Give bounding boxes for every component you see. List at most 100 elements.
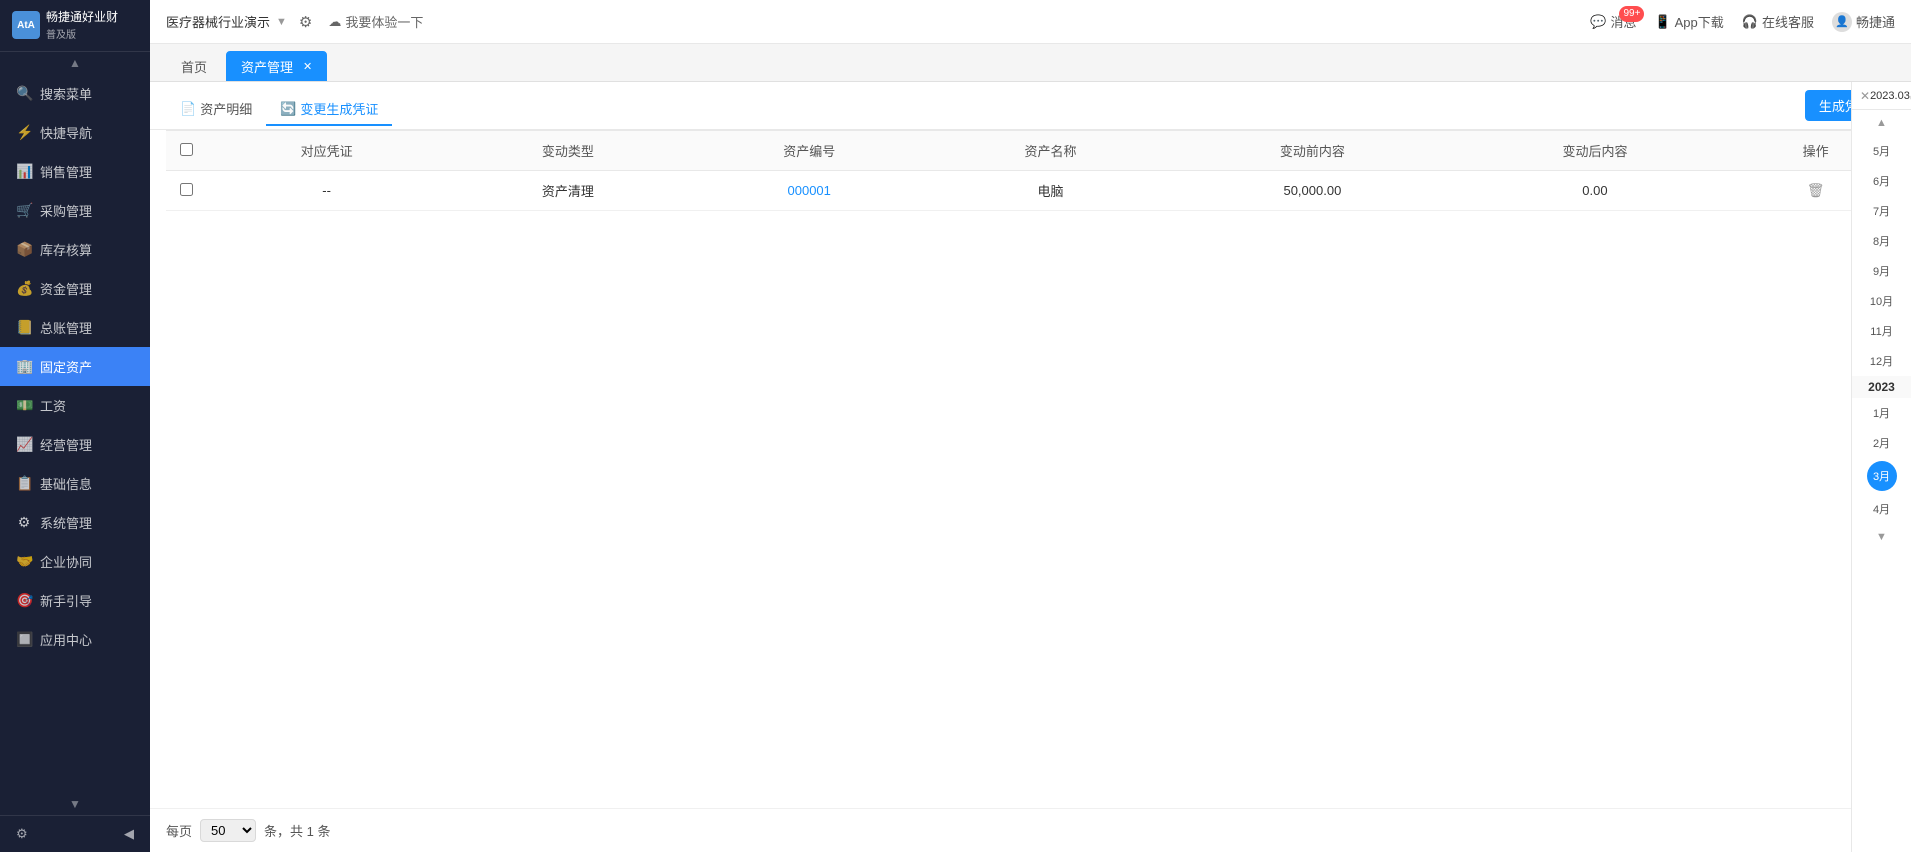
- date-item-10[interactable]: 10月: [1864, 289, 1899, 313]
- pagination: 每页 50 20 100 条，共 1 条: [150, 808, 1911, 852]
- sales-icon: 📊: [16, 163, 32, 180]
- sidebar-item-enterprise[interactable]: 🤝 企业协同: [0, 542, 150, 581]
- sidebar-item-guide[interactable]: 🎯 新手引导: [0, 581, 150, 620]
- sidebar-item-payroll[interactable]: 💵 工资: [0, 386, 150, 425]
- tab-asset-mgmt[interactable]: 资产管理 ✕: [226, 51, 327, 81]
- sidebar-item-inventory[interactable]: 📦 库存核算: [0, 230, 150, 269]
- sidebar-item-basic-info[interactable]: 📋 基础信息: [0, 464, 150, 503]
- collapse-icon[interactable]: ◀: [124, 826, 134, 842]
- sidebar-item-fixed-assets[interactable]: 🏢 固定资产: [0, 347, 150, 386]
- funds-icon: 💰: [16, 280, 32, 297]
- date-item-2023-3[interactable]: 3月: [1867, 461, 1897, 491]
- date-scroll-up[interactable]: ▲: [1870, 113, 1893, 133]
- date-item-6[interactable]: 6月: [1867, 169, 1896, 193]
- date-panel-header: ✕ 2023.03 ⤢: [1852, 82, 1911, 110]
- sub-tab-asset-detail[interactable]: 📄 资产明细: [166, 93, 266, 126]
- nav-label-system: 系统管理: [40, 513, 92, 532]
- date-item-11[interactable]: 11月: [1864, 319, 1898, 343]
- enterprise-icon: 🤝: [16, 553, 32, 570]
- experience-button[interactable]: ☁ 我要体验一下: [328, 12, 423, 31]
- col-header-before-change: 变动前内容: [1171, 131, 1454, 171]
- nav-label-app-center: 应用中心: [40, 630, 92, 649]
- sidebar-item-search[interactable]: 🔍 搜索菜单: [0, 74, 150, 113]
- nav-label-ops: 经营管理: [40, 435, 92, 454]
- date-panel-close-icon[interactable]: ✕: [1860, 89, 1870, 103]
- logo-text-block: 畅捷通好业财 普及版: [46, 10, 118, 41]
- date-item-9[interactable]: 9月: [1867, 259, 1896, 283]
- fixed-assets-icon: 🏢: [16, 358, 32, 375]
- payroll-icon: 💵: [16, 397, 32, 414]
- date-down-arrow-wrapper: ▼: [1852, 524, 1911, 550]
- sidebar: AtA 畅捷通好业财 普及版 ▲ 🔍 搜索菜单 ⚡ 快捷导航 📊 销售管理 🛒 …: [0, 0, 150, 852]
- sidebar-item-ops[interactable]: 📈 经营管理: [0, 425, 150, 464]
- change-voucher-table: 对应凭证 变动类型 资产编号 资产名称 变动前内容 变动后内容 操作: [166, 130, 1895, 211]
- user-menu-button[interactable]: 👤 畅捷通: [1832, 12, 1895, 32]
- tab-home[interactable]: 首页: [166, 51, 222, 81]
- date-item-8[interactable]: 8月: [1867, 229, 1896, 253]
- basic-info-icon: 📋: [16, 475, 32, 492]
- per-page-select[interactable]: 50 20 100: [200, 819, 256, 842]
- total-text: 条，共 1 条: [264, 821, 330, 840]
- asset-detail-icon: 📄: [180, 101, 196, 117]
- message-icon: 💬: [1590, 14, 1606, 30]
- search-icon: 🔍: [16, 85, 32, 102]
- sidebar-scroll-up[interactable]: ▲: [0, 52, 150, 74]
- date-item-2023-1[interactable]: 1月: [1867, 401, 1896, 425]
- messages-badge: 99+: [1619, 6, 1644, 22]
- date-item-12[interactable]: 12月: [1864, 349, 1899, 373]
- nav-label-payroll: 工资: [40, 396, 66, 415]
- app-logo: AtA 畅捷通好业财 普及版: [0, 0, 150, 52]
- settings-icon[interactable]: ⚙: [16, 826, 28, 842]
- sidebar-item-ledger[interactable]: 📒 总账管理: [0, 308, 150, 347]
- cloud-icon: ☁: [328, 14, 341, 30]
- sidebar-item-quick-nav[interactable]: ⚡ 快捷导航: [0, 113, 150, 152]
- row-voucher: --: [206, 171, 447, 211]
- date-item-7[interactable]: 7月: [1867, 199, 1896, 223]
- tab-bar: 首页 资产管理 ✕: [150, 44, 1911, 82]
- nav-label-sales: 销售管理: [40, 162, 92, 181]
- sidebar-item-app-center[interactable]: 🔲 应用中心: [0, 620, 150, 659]
- col-header-asset-name: 资产名称: [930, 131, 1171, 171]
- app-name: 畅捷通好业财: [46, 10, 118, 26]
- row-asset-code: 000001: [689, 171, 930, 211]
- sidebar-item-purchase[interactable]: 🛒 采购管理: [0, 191, 150, 230]
- main-content: 医疗器械行业演示 ▼ ⚙ ☁ 我要体验一下 💬 消息 99+ 📱 App下载 🎧…: [150, 0, 1911, 852]
- date-scroll-down[interactable]: ▼: [1870, 527, 1893, 547]
- sidebar-item-system[interactable]: ⚙ 系统管理: [0, 503, 150, 542]
- download-icon: 📱: [1654, 14, 1670, 30]
- experience-text: 我要体验一下: [345, 12, 423, 31]
- settings-gear-icon[interactable]: ⚙: [299, 13, 312, 31]
- messages-button[interactable]: 💬 消息 99+: [1590, 12, 1636, 31]
- table-header-row: 对应凭证 变动类型 资产编号 资产名称 变动前内容 变动后内容 操作: [166, 131, 1895, 171]
- sidebar-scroll-down[interactable]: ▼: [0, 793, 150, 815]
- table-wrapper: 对应凭证 变动类型 资产编号 资产名称 变动前内容 变动后内容 操作: [150, 130, 1911, 808]
- asset-panel: 📄 资产明细 🔄 变更生成凭证 生成凭证 ▾: [150, 82, 1911, 852]
- change-voucher-icon: 🔄: [280, 101, 296, 117]
- header-right: 💬 消息 99+ 📱 App下载 🎧 在线客服 👤 畅捷通: [1590, 12, 1895, 32]
- date-year-2023: 2023: [1852, 376, 1911, 398]
- row-before-change: 50,000.00: [1171, 171, 1454, 211]
- date-item-2023-4[interactable]: 4月: [1867, 497, 1896, 521]
- row-checkbox-cell: [166, 171, 206, 211]
- quick-nav-icon: ⚡: [16, 124, 32, 141]
- ops-icon: 📈: [16, 436, 32, 453]
- row-checkbox[interactable]: [180, 183, 193, 196]
- nav-list: 🔍 搜索菜单 ⚡ 快捷导航 📊 销售管理 🛒 采购管理 📦 库存核算 💰 资金管…: [0, 74, 150, 793]
- ledger-icon: 📒: [16, 319, 32, 336]
- system-icon: ⚙: [16, 514, 32, 531]
- select-all-checkbox[interactable]: [180, 143, 193, 156]
- row-delete-icon[interactable]: 🗑: [1807, 182, 1825, 198]
- date-panel: ✕ 2023.03 ⤢ ▲ 5月 6月 7月 8月 9月 10月 11月 12月…: [1851, 82, 1911, 852]
- per-page-label: 每页: [166, 821, 192, 840]
- company-selector[interactable]: 医疗器械行业演示 ▼: [166, 12, 287, 31]
- online-service-button[interactable]: 🎧 在线客服: [1742, 12, 1814, 31]
- date-item-2023-2[interactable]: 2月: [1867, 431, 1896, 455]
- sidebar-item-funds[interactable]: 💰 资金管理: [0, 269, 150, 308]
- tab-asset-mgmt-label: 资产管理: [241, 57, 293, 76]
- purchase-icon: 🛒: [16, 202, 32, 219]
- date-item-5[interactable]: 5月: [1867, 139, 1896, 163]
- app-download-button[interactable]: 📱 App下载: [1654, 12, 1723, 31]
- sidebar-item-sales[interactable]: 📊 销售管理: [0, 152, 150, 191]
- sub-tab-change-voucher[interactable]: 🔄 变更生成凭证: [266, 93, 392, 126]
- tab-close-icon[interactable]: ✕: [303, 60, 312, 73]
